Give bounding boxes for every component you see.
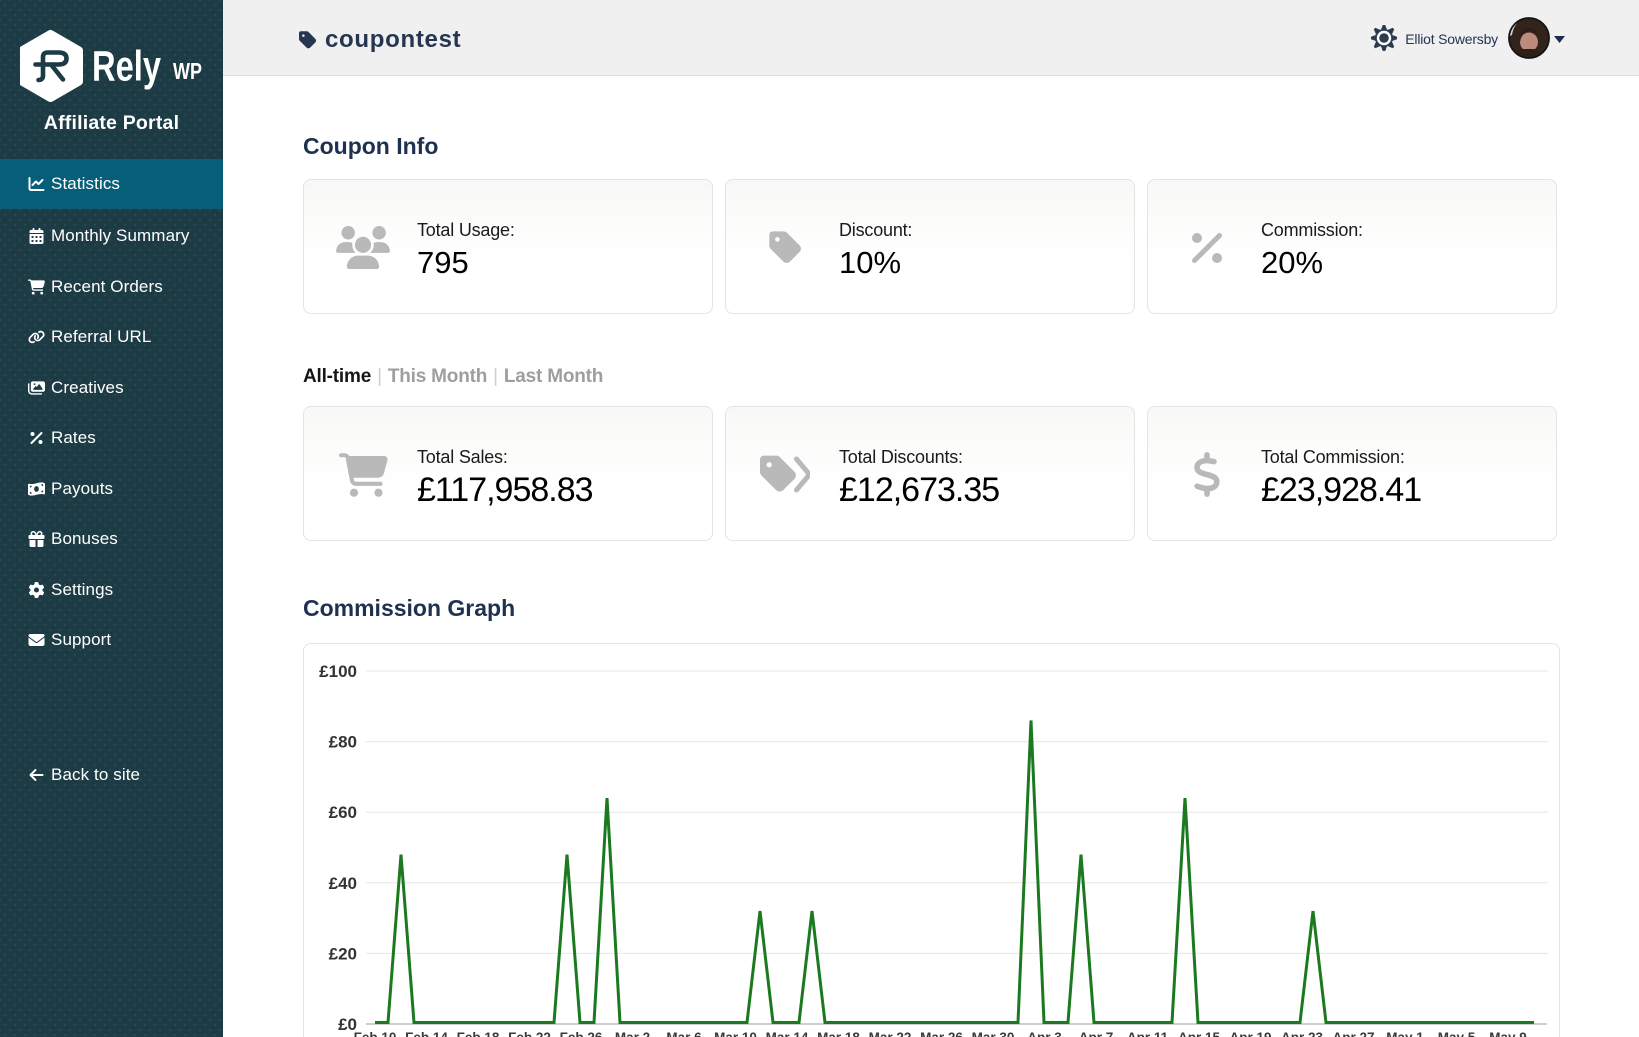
svg-text:Apr 27: Apr 27 xyxy=(1332,1030,1374,1037)
svg-text:£20: £20 xyxy=(329,944,357,963)
svg-text:Apr 19: Apr 19 xyxy=(1229,1030,1271,1037)
svg-text:WP: WP xyxy=(173,58,202,84)
svg-text:Feb 10: Feb 10 xyxy=(354,1030,397,1037)
svg-text:£40: £40 xyxy=(329,874,357,893)
svg-text:£60: £60 xyxy=(329,803,357,822)
svg-text:£100: £100 xyxy=(319,662,357,681)
svg-text:Rely: Rely xyxy=(92,43,161,91)
svg-text:Feb 22: Feb 22 xyxy=(508,1030,551,1037)
svg-text:Mar 26: Mar 26 xyxy=(920,1030,963,1037)
svg-text:Mar 14: Mar 14 xyxy=(766,1030,809,1037)
svg-text:Feb 18: Feb 18 xyxy=(457,1030,500,1037)
svg-text:Apr 3: Apr 3 xyxy=(1027,1030,1062,1037)
svg-text:Mar 22: Mar 22 xyxy=(869,1030,912,1037)
svg-text:Mar 30: Mar 30 xyxy=(972,1030,1015,1037)
svg-text:Mar 6: Mar 6 xyxy=(666,1030,702,1037)
svg-text:May 5: May 5 xyxy=(1438,1030,1476,1037)
svg-text:May 9: May 9 xyxy=(1489,1030,1527,1037)
svg-text:Mar 10: Mar 10 xyxy=(714,1030,757,1037)
svg-text:Mar 2: Mar 2 xyxy=(615,1030,650,1037)
svg-text:Feb 14: Feb 14 xyxy=(405,1030,448,1037)
svg-text:Mar 18: Mar 18 xyxy=(817,1030,860,1037)
svg-text:Feb 26: Feb 26 xyxy=(560,1030,603,1037)
svg-text:Apr 23: Apr 23 xyxy=(1281,1030,1324,1037)
svg-text:May 1: May 1 xyxy=(1386,1030,1424,1037)
svg-text:£80: £80 xyxy=(329,733,357,752)
svg-text:Apr 15: Apr 15 xyxy=(1178,1030,1221,1037)
svg-text:Apr 7: Apr 7 xyxy=(1079,1030,1114,1037)
svg-text:Apr 11: Apr 11 xyxy=(1127,1030,1169,1037)
